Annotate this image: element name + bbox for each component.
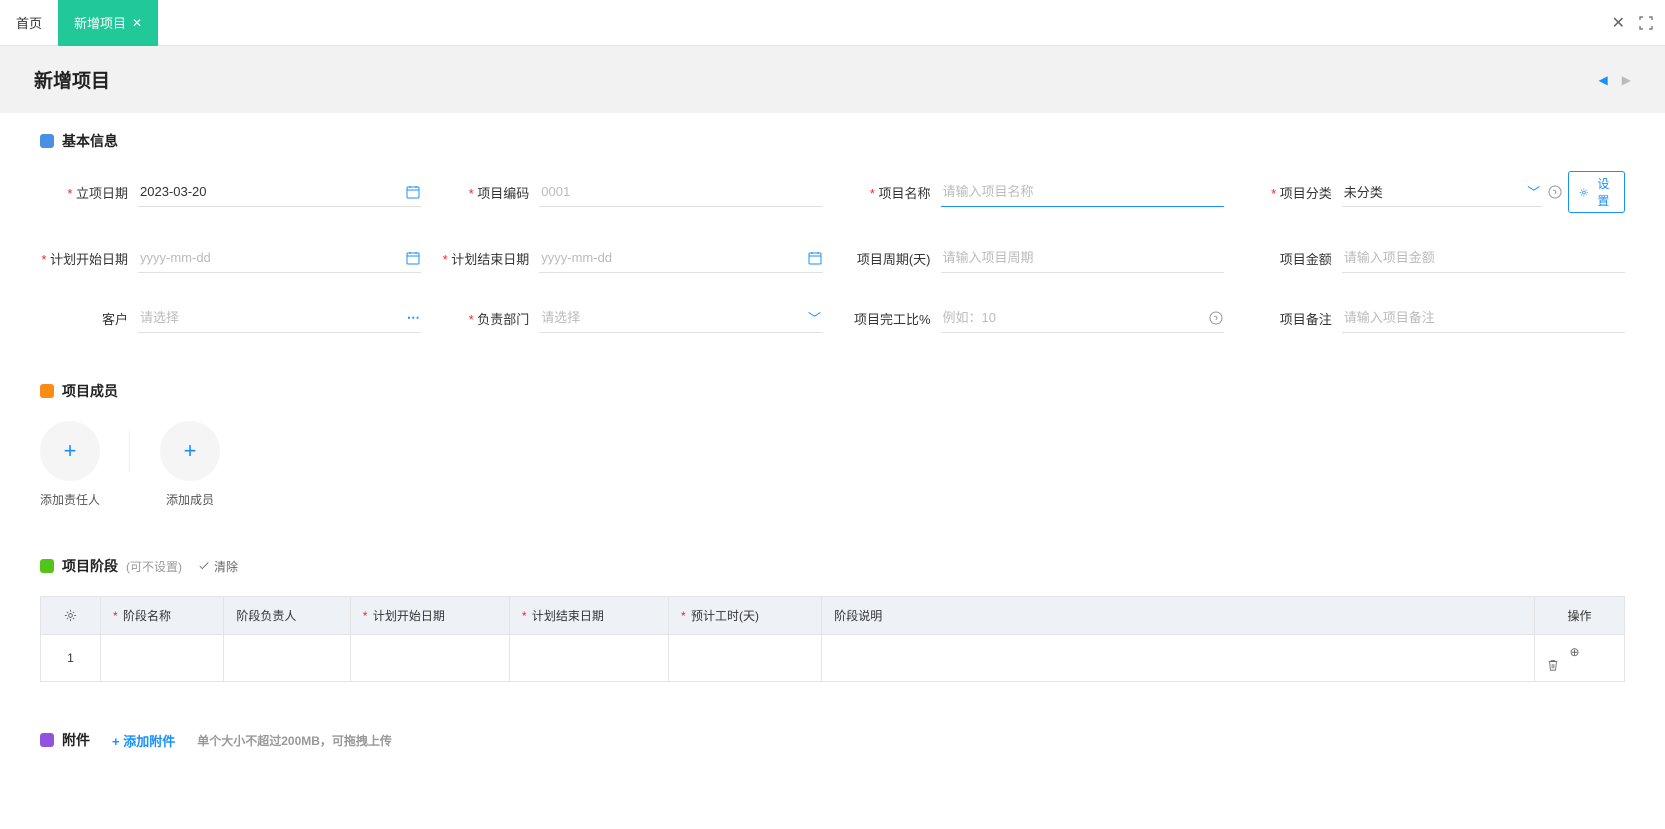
more-icon[interactable]: ⋯ xyxy=(405,310,421,326)
attachment-hint: 单个大小不超过200MB，可拖拽上传 xyxy=(197,732,392,749)
th-plan-start: 计划开始日期 xyxy=(350,597,509,635)
section-marker-icon xyxy=(40,134,54,148)
add-row-icon[interactable]: ⊕ xyxy=(1569,645,1579,659)
plan-end-input[interactable] xyxy=(539,245,802,270)
cell-plan-start[interactable] xyxy=(350,635,509,682)
label-project-category: 项目分类 xyxy=(1244,183,1342,202)
tab-bar: 首页 新增项目✕ ✕ xyxy=(0,0,1665,46)
calendar-icon[interactable] xyxy=(405,184,421,200)
label-customer: 客户 xyxy=(40,309,138,328)
chevron-down-icon[interactable]: ﹀ xyxy=(1526,184,1542,200)
label-create-date: 立项日期 xyxy=(40,183,138,202)
tab-home[interactable]: 首页 xyxy=(0,0,58,46)
nav-prev-icon[interactable]: ◀ xyxy=(1599,73,1608,87)
project-period-input[interactable] xyxy=(941,245,1224,270)
label-completion: 项目完工比% xyxy=(843,309,941,328)
customer-select[interactable] xyxy=(138,305,401,330)
cell-est-hours[interactable] xyxy=(669,635,822,682)
page-header: 新增项目 ◀ ▶ xyxy=(0,46,1665,113)
project-name-input[interactable] xyxy=(941,179,1224,204)
add-owner-label: 添加责任人 xyxy=(40,491,100,508)
calendar-icon[interactable] xyxy=(807,250,823,266)
label-remark: 项目备注 xyxy=(1244,309,1342,328)
chevron-down-icon[interactable]: ﹀ xyxy=(807,310,823,326)
section-marker-icon xyxy=(40,733,54,747)
add-member-label: 添加成员 xyxy=(166,491,214,508)
help-icon[interactable] xyxy=(1548,184,1562,200)
label-dept: 负责部门 xyxy=(441,309,539,328)
cell-stage-owner[interactable] xyxy=(224,635,350,682)
section-members: 项目成员 + 添加责任人 + 添加成员 xyxy=(0,363,1665,538)
label-plan-end: 计划结束日期 xyxy=(441,249,539,268)
help-icon[interactable] xyxy=(1208,310,1224,326)
settings-button[interactable]: 设置 xyxy=(1568,171,1625,213)
table-row: 1 ⊕ xyxy=(41,635,1625,682)
label-project-amount: 项目金额 xyxy=(1244,249,1342,268)
project-category-select[interactable] xyxy=(1342,179,1522,204)
page-title: 新增项目 xyxy=(34,66,110,93)
section-basic-info: 基本信息 立项日期 项目编码 项目名称 项目分类 ﹀ xyxy=(0,113,1665,363)
fullscreen-icon[interactable] xyxy=(1639,16,1653,30)
section-marker-icon xyxy=(40,559,54,573)
label-project-code: 项目编码 xyxy=(441,183,539,202)
row-index: 1 xyxy=(41,635,101,682)
plan-start-input[interactable] xyxy=(138,245,401,270)
add-member-button[interactable]: + xyxy=(160,421,220,481)
project-amount-input[interactable] xyxy=(1342,245,1625,270)
th-ops: 操作 xyxy=(1535,597,1625,635)
close-icon[interactable]: ✕ xyxy=(132,16,142,30)
clear-stages-button[interactable]: 清除 xyxy=(198,558,238,575)
th-est-hours: 预计工时(天) xyxy=(669,597,822,635)
th-stage-desc: 阶段说明 xyxy=(822,597,1535,635)
cell-plan-end[interactable] xyxy=(509,635,668,682)
label-project-period: 项目周期(天) xyxy=(843,249,941,268)
project-code-input[interactable] xyxy=(539,179,822,204)
completion-input[interactable] xyxy=(941,305,1204,330)
remark-input[interactable] xyxy=(1342,305,1625,330)
nav-next-icon[interactable]: ▶ xyxy=(1622,73,1631,87)
label-project-name: 项目名称 xyxy=(843,183,941,202)
th-gear[interactable] xyxy=(41,597,101,635)
section-stages: 项目阶段 (可不设置) 清除 阶段名称 阶段负责人 计划开始日期 计划结束日期 … xyxy=(0,538,1665,712)
dept-select[interactable] xyxy=(539,305,802,330)
delete-row-icon[interactable] xyxy=(1547,659,1612,671)
stages-table: 阶段名称 阶段负责人 计划开始日期 计划结束日期 预计工时(天) 阶段说明 操作… xyxy=(40,596,1625,682)
add-attachment-button[interactable]: + 添加附件 xyxy=(112,731,175,750)
label-plan-start: 计划开始日期 xyxy=(40,249,138,268)
tab-new-project[interactable]: 新增项目✕ xyxy=(58,0,158,46)
th-stage-name: 阶段名称 xyxy=(101,597,224,635)
close-icon[interactable]: ✕ xyxy=(1612,13,1625,33)
calendar-icon[interactable] xyxy=(405,250,421,266)
cell-stage-name[interactable] xyxy=(101,635,224,682)
section-marker-icon xyxy=(40,384,54,398)
th-stage-owner: 阶段负责人 xyxy=(224,597,350,635)
th-plan-end: 计划结束日期 xyxy=(509,597,668,635)
create-date-input[interactable] xyxy=(138,179,401,204)
cell-stage-desc[interactable] xyxy=(822,635,1535,682)
add-owner-button[interactable]: + xyxy=(40,421,100,481)
section-attachments: 附件 + 添加附件 单个大小不超过200MB，可拖拽上传 xyxy=(0,712,1665,800)
